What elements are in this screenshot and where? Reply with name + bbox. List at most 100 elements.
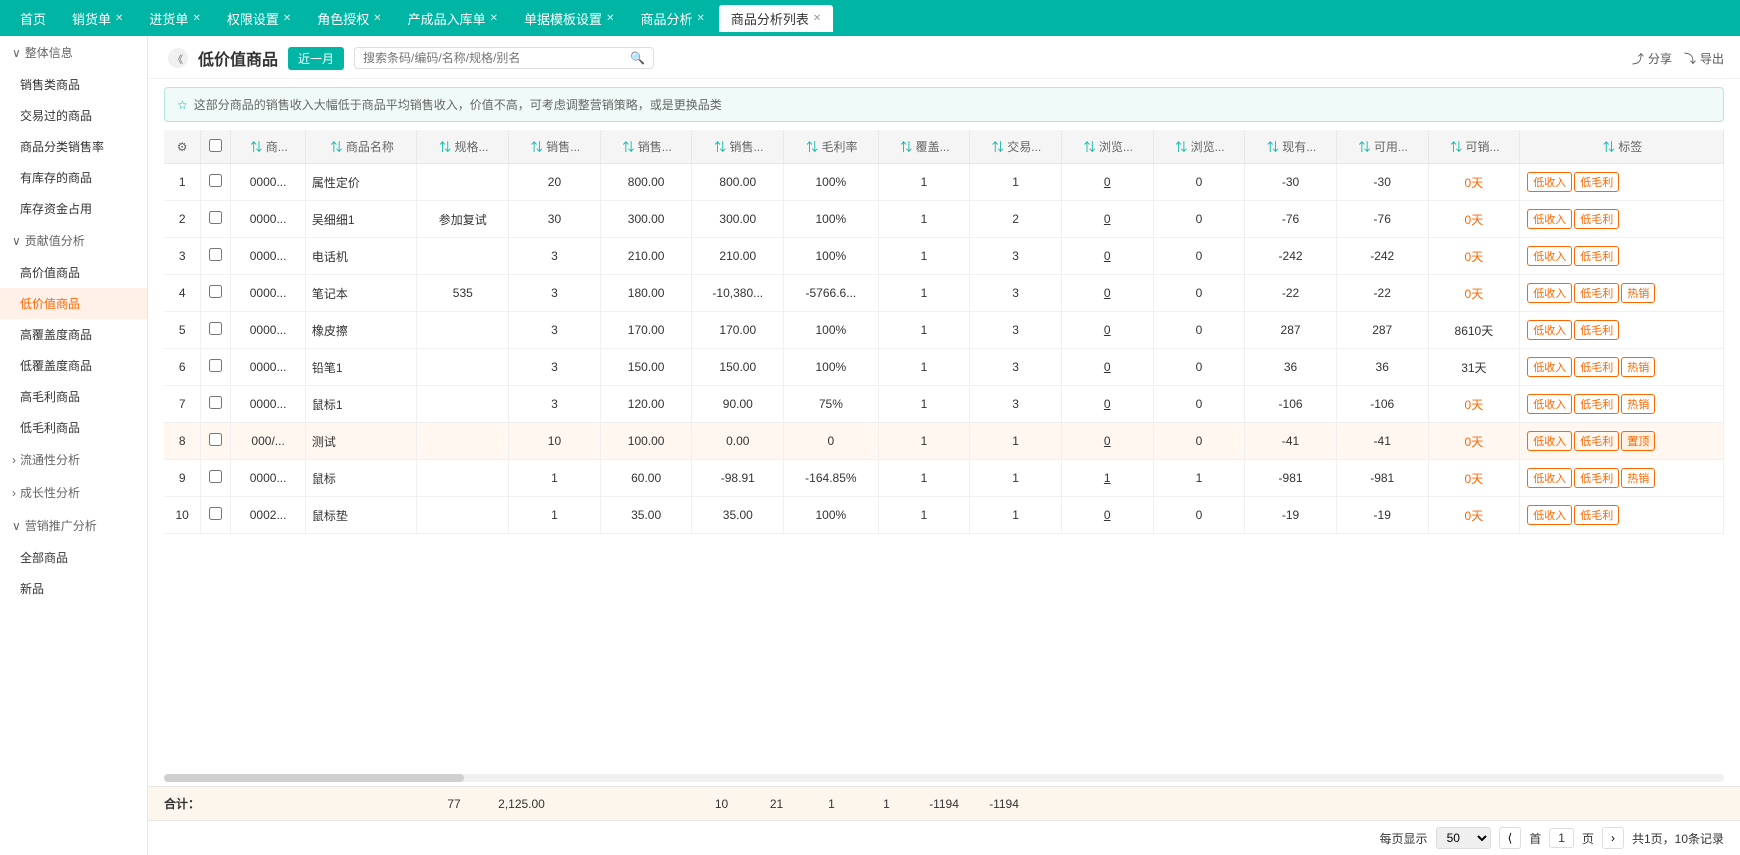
col-tags-header[interactable]: ⇅ 标签 <box>1520 130 1724 164</box>
row-view1-link[interactable]: 0 <box>1104 249 1111 263</box>
nav-tab-template[interactable]: 单据模板设置 ✕ <box>512 5 626 32</box>
sidebar-group-overall[interactable]: ∨ 整体信息 <box>0 36 147 69</box>
nav-tab-roles-label: 角色授权 <box>317 9 369 28</box>
col-margin-header[interactable]: ⇅ 毛利率 <box>784 130 879 164</box>
row-checkbox[interactable] <box>209 433 222 446</box>
col-saleable-header[interactable]: ⇅ 可销... <box>1428 130 1520 164</box>
sidebar-item-low-margin[interactable]: 低毛利商品 <box>0 412 147 443</box>
nav-tab-warehouse[interactable]: 产成品入库单 ✕ <box>396 5 510 32</box>
scrollbar-thumb[interactable] <box>164 774 464 782</box>
col-coverage-header[interactable]: ⇅ 覆盖... <box>878 130 970 164</box>
row-checkbox[interactable] <box>209 174 222 187</box>
row-checkbox[interactable] <box>209 211 222 224</box>
row-view1-link[interactable]: 0 <box>1104 323 1111 337</box>
row-checkbox[interactable] <box>209 285 222 298</box>
nav-tab-warehouse-close[interactable]: ✕ <box>490 13 498 24</box>
nav-tab-sales[interactable]: 销货单 ✕ <box>60 5 135 32</box>
next-page-button[interactable]: › <box>1602 827 1624 849</box>
sidebar-item-new-goods-label: 新品 <box>20 582 44 596</box>
nav-tab-sales-close[interactable]: ✕ <box>115 13 123 24</box>
sort-icon10: ⇅ <box>1084 140 1096 154</box>
sidebar-item-stock-capital[interactable]: 库存资金占用 <box>0 193 147 224</box>
nav-tab-analysis-list[interactable]: 商品分析列表 ✕ <box>719 5 833 32</box>
row-view1-link[interactable]: 0 <box>1104 286 1111 300</box>
nav-tab-purchase[interactable]: 进货单 ✕ <box>137 5 212 32</box>
row-view1-link[interactable]: 0 <box>1104 212 1111 226</box>
row-checkbox[interactable] <box>209 396 222 409</box>
col-view2-header[interactable]: ⇅ 浏览... <box>1153 130 1245 164</box>
sidebar-group-growth-label: 成长性分析 <box>20 484 80 501</box>
sidebar-item-all-goods[interactable]: 全部商品 <box>0 542 147 573</box>
row-checkbox[interactable] <box>209 507 222 520</box>
row-checkbox[interactable] <box>209 359 222 372</box>
first-page-button[interactable]: ⟨ <box>1499 827 1522 849</box>
sidebar-item-stock-goods[interactable]: 有库存的商品 <box>0 162 147 193</box>
search-input[interactable] <box>363 51 624 65</box>
sidebar-item-new-goods[interactable]: 新品 <box>0 573 147 604</box>
row-checkbox-cell <box>201 423 231 460</box>
nav-tab-analysis-list-close[interactable]: ✕ <box>813 13 821 24</box>
col-qty-header[interactable]: ⇅ 销售... <box>509 130 601 164</box>
sidebar-group-contribution-label: 贡献值分析 <box>25 232 85 249</box>
sidebar-item-traded-goods[interactable]: 交易过的商品 <box>0 100 147 131</box>
total-info: 共1页，10条记录 <box>1632 830 1724 847</box>
nav-tab-analysis-close[interactable]: ✕ <box>696 13 704 24</box>
select-all-checkbox[interactable] <box>209 139 222 152</box>
tag: 低收入 <box>1527 209 1572 229</box>
sidebar-item-high-margin[interactable]: 高毛利商品 <box>0 381 147 412</box>
nav-tab-template-close[interactable]: ✕ <box>606 13 614 24</box>
nav-tab-home[interactable]: 首页 <box>8 5 58 32</box>
col-price-header[interactable]: ⇅ 销售... <box>600 130 692 164</box>
nav-tab-roles[interactable]: 角色授权 ✕ <box>305 5 393 32</box>
time-filter-button[interactable]: 近一月 <box>288 47 344 70</box>
row-spec: 535 <box>417 275 509 312</box>
row-view1-link[interactable]: 0 <box>1104 508 1111 522</box>
share-button[interactable]: ⤴ 分享 <box>1632 50 1672 67</box>
page-size-select[interactable]: 50 100 200 <box>1436 827 1491 849</box>
sidebar-item-low-value[interactable]: 低价值商品 <box>0 288 147 319</box>
col-available-header[interactable]: ⇅ 可用... <box>1336 130 1428 164</box>
col-code-header[interactable]: ⇅ 商... <box>231 130 306 164</box>
sidebar-item-category-rate[interactable]: 商品分类销售率 <box>0 131 147 162</box>
nav-tab-permissions-close[interactable]: ✕ <box>283 13 291 24</box>
col-name-header[interactable]: ⇅ 商品名称 <box>305 130 417 164</box>
page-header: 《 低价值商品 近一月 🔍 ⤴ 分享 ⤵ 导出 <box>148 36 1740 79</box>
col-current-header[interactable]: ⇅ 现有... <box>1245 130 1337 164</box>
sidebar-item-sales-goods[interactable]: 销售类商品 <box>0 69 147 100</box>
export-button[interactable]: ⤵ 导出 <box>1684 50 1724 67</box>
sidebar-group-circulation[interactable]: › 流通性分析 <box>0 443 147 476</box>
sidebar-group-contribution[interactable]: ∨ 贡献值分析 <box>0 224 147 257</box>
row-checkbox[interactable] <box>209 470 222 483</box>
row-qty: 20 <box>509 164 601 201</box>
sidebar-item-high-value[interactable]: 高价值商品 <box>0 257 147 288</box>
nav-tab-permissions[interactable]: 权限设置 ✕ <box>215 5 303 32</box>
row-checkbox[interactable] <box>209 248 222 261</box>
col-view1-header[interactable]: ⇅ 浏览... <box>1061 130 1153 164</box>
row-view1-link[interactable]: 0 <box>1104 175 1111 189</box>
row-name: 鼠标 <box>305 460 417 497</box>
sidebar-item-high-coverage[interactable]: 高覆盖度商品 <box>0 319 147 350</box>
col-trade-header[interactable]: ⇅ 交易... <box>970 130 1062 164</box>
row-saleable: 0天 <box>1428 201 1520 238</box>
row-view1-link[interactable]: 0 <box>1104 397 1111 411</box>
sidebar-group-growth[interactable]: › 成长性分析 <box>0 476 147 509</box>
col-spec-header[interactable]: ⇅ 规格... <box>417 130 509 164</box>
row-view1-link[interactable]: 0 <box>1104 434 1111 448</box>
nav-tab-roles-close[interactable]: ✕ <box>373 13 381 24</box>
col-checkbox[interactable] <box>201 130 231 164</box>
col-settings[interactable]: ⚙ <box>164 130 201 164</box>
nav-tab-purchase-close[interactable]: ✕ <box>192 13 200 24</box>
horizontal-scrollbar[interactable] <box>164 774 1724 782</box>
current-page-input[interactable]: 1 <box>1549 828 1574 848</box>
nav-tab-analysis[interactable]: 商品分析 ✕ <box>628 5 716 32</box>
search-icon[interactable]: 🔍 <box>630 51 645 65</box>
sidebar-group-marketing[interactable]: ∨ 营销推广分析 <box>0 509 147 542</box>
row-checkbox[interactable] <box>209 322 222 335</box>
col-amount-header[interactable]: ⇅ 销售... <box>692 130 784 164</box>
row-coverage: 1 <box>878 349 970 386</box>
row-view1-link[interactable]: 1 <box>1104 471 1111 485</box>
collapse-sidebar-btn[interactable]: 《 <box>168 48 188 68</box>
sidebar-item-low-coverage[interactable]: 低覆盖度商品 <box>0 350 147 381</box>
row-saleable-value: 0天 <box>1465 435 1484 449</box>
row-view1-link[interactable]: 0 <box>1104 360 1111 374</box>
